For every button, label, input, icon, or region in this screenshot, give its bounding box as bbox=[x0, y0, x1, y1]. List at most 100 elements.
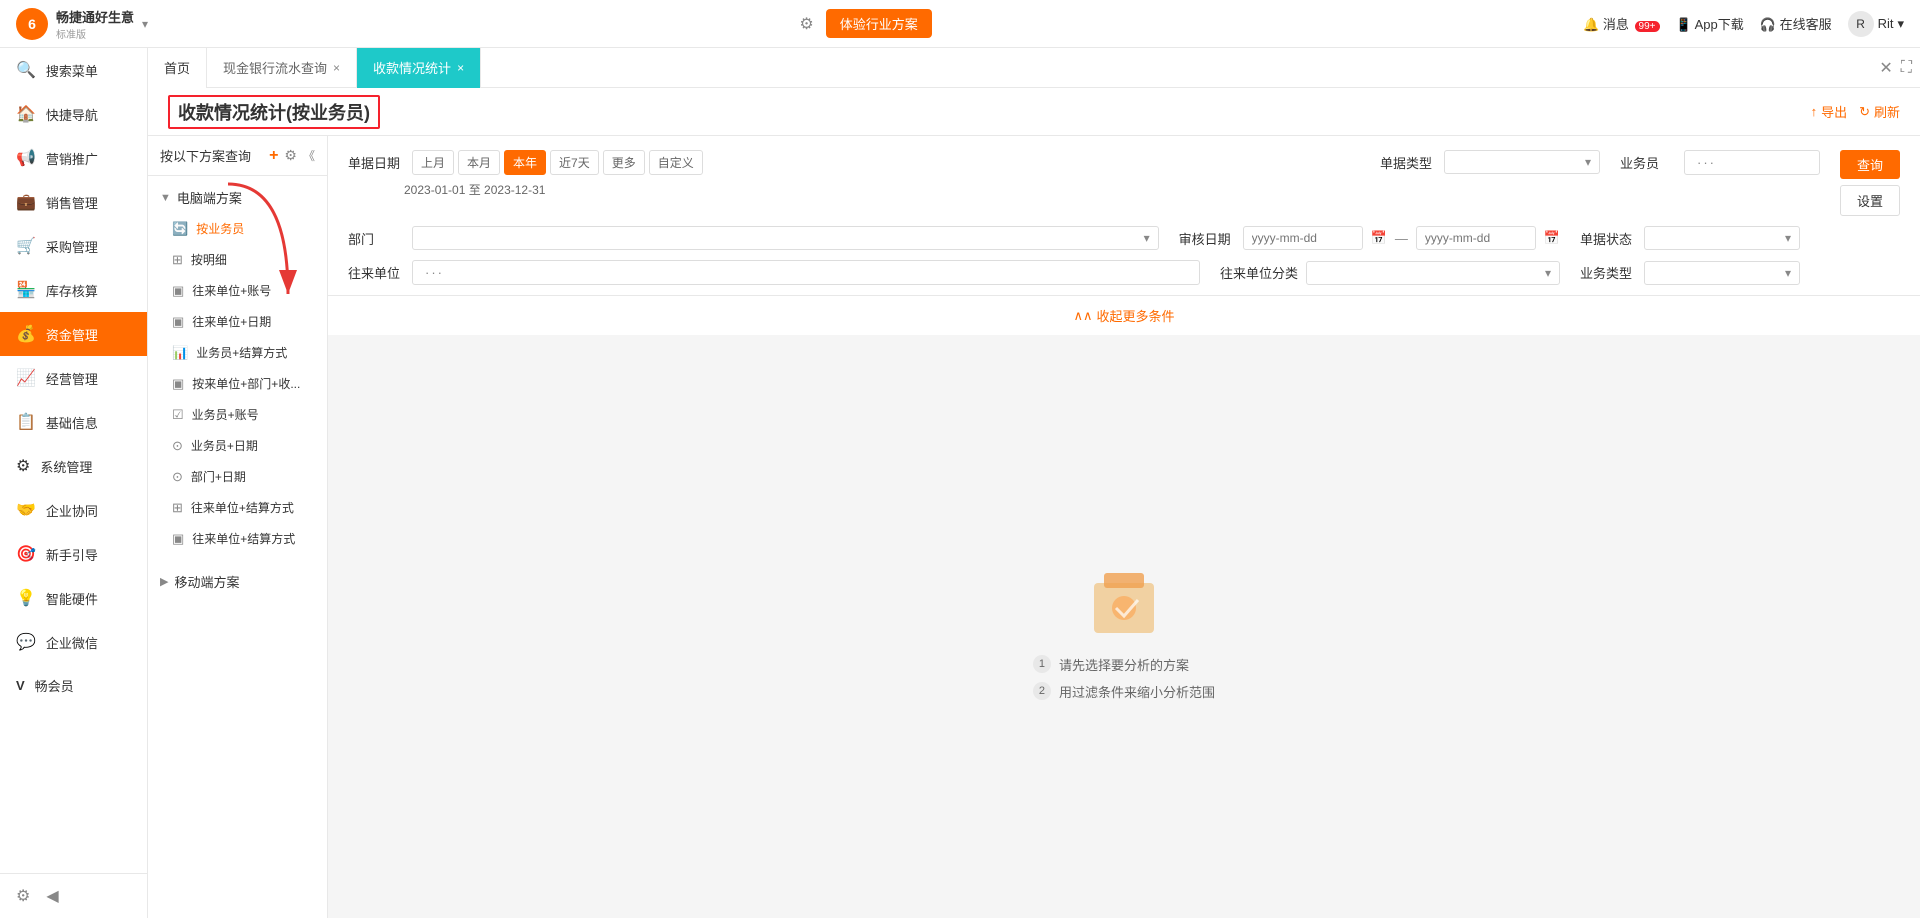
date-btn-last-month[interactable]: 上月 bbox=[412, 150, 454, 175]
counterpart-more-dots[interactable]: ··· bbox=[425, 265, 444, 280]
refresh-icon: ↻ bbox=[1859, 104, 1870, 120]
scheme-item-counterpart-payment2[interactable]: ▣ 往来单位+结算方式 bbox=[148, 523, 327, 554]
salesman-select[interactable]: ··· bbox=[1684, 150, 1820, 175]
date-btn-this-month[interactable]: 本月 bbox=[458, 150, 500, 175]
scheme-item-salesman-account[interactable]: ☑ 业务员+账号 bbox=[148, 399, 327, 430]
date-btn-more[interactable]: 更多 bbox=[603, 150, 645, 175]
date-btn-this-year[interactable]: 本年 bbox=[504, 150, 546, 175]
scheme-item-counterpart-dept[interactable]: ▣ 按来单位+部门+收... bbox=[148, 368, 327, 399]
query-button[interactable]: 查询 bbox=[1840, 150, 1900, 179]
sidebar-item-cooperation[interactable]: 🤝 企业协同 bbox=[0, 488, 147, 532]
scheme-item-by-salesman[interactable]: 🔄 按业务员 bbox=[148, 213, 327, 244]
bill-status-select[interactable]: ▾ bbox=[1644, 226, 1800, 250]
date-btn-custom[interactable]: 自定义 bbox=[649, 150, 703, 175]
scheme-item-counterpart-payment1[interactable]: ⊞ 往来单位+结算方式 bbox=[148, 492, 327, 523]
collapse-sidebar-icon[interactable]: ◀ bbox=[46, 886, 58, 906]
sidebar: 🔍 搜索菜单 🏠 快捷导航 📢 营销推广 💼 销售管理 🛒 采购管理 🏪 bbox=[0, 48, 148, 918]
sidebar-item-guide[interactable]: 🎯 新手引导 bbox=[0, 532, 147, 576]
counterpart-select[interactable]: ··· bbox=[412, 260, 1200, 285]
biz-type-select[interactable]: ▾ bbox=[1644, 261, 1800, 285]
sidebar-label-guide: 新手引导 bbox=[46, 545, 98, 564]
scheme-group-desktop-header[interactable]: ▼ 电脑端方案 bbox=[148, 182, 327, 213]
sidebar-label-quick-nav: 快捷导航 bbox=[46, 105, 98, 124]
bill-status-label: 单据状态 bbox=[1580, 229, 1636, 248]
scheme-item-salesman-date[interactable]: ⊙ 业务员+日期 bbox=[148, 430, 327, 461]
dept-select[interactable]: ▾ bbox=[412, 226, 1159, 250]
setting-button[interactable]: 设置 bbox=[1840, 185, 1900, 216]
add-scheme-button[interactable]: + bbox=[269, 147, 278, 165]
panel-collapse-button[interactable]: 《 bbox=[303, 147, 315, 165]
mobile-collapse-arrow: ▶ bbox=[160, 575, 168, 588]
counterpart-type-select[interactable]: ▾ bbox=[1306, 261, 1560, 285]
export-button[interactable]: ↑ 导出 bbox=[1811, 102, 1848, 121]
scheme-item-counterpart-account[interactable]: ▣ 往来单位+账号 bbox=[148, 275, 327, 306]
scheme-item-salesman-payment[interactable]: 📊 业务员+结算方式 bbox=[148, 337, 327, 368]
scheme-item-dept-date[interactable]: ⊙ 部门+日期 bbox=[148, 461, 327, 492]
scheme-item-by-detail[interactable]: ⊞ 按明细 bbox=[148, 244, 327, 275]
sidebar-bottom: ⚙ ◀ bbox=[0, 873, 147, 918]
sidebar-item-operations[interactable]: 📈 经营管理 bbox=[0, 356, 147, 400]
settings-bottom-icon[interactable]: ⚙ bbox=[16, 886, 30, 906]
scheme-group-mobile-header[interactable]: ▶ 移动端方案 bbox=[148, 566, 327, 597]
sidebar-label-marketing: 营销推广 bbox=[46, 149, 98, 168]
messages-link[interactable]: 🔔 消息 99+ bbox=[1583, 14, 1659, 33]
tab-bank-flow[interactable]: 现金银行流水查询 × bbox=[207, 48, 357, 88]
sidebar-item-search-menu[interactable]: 🔍 搜索菜单 bbox=[0, 48, 147, 92]
calendar-end-icon[interactable]: 📅 bbox=[1544, 230, 1560, 246]
finance-icon: 💰 bbox=[16, 324, 36, 344]
scheme-settings-button[interactable]: ⚙ bbox=[284, 147, 297, 165]
sidebar-item-hardware[interactable]: 💡 智能硬件 bbox=[0, 576, 147, 620]
salesman-payment-icon: 📊 bbox=[172, 345, 188, 361]
sidebar-item-sales[interactable]: 💼 销售管理 bbox=[0, 180, 147, 224]
tab-maximize-icon[interactable]: ⛶ bbox=[1901, 59, 1912, 77]
collapse-bar[interactable]: ∧∧ 收起更多条件 bbox=[328, 295, 1920, 335]
sidebar-item-system[interactable]: ⚙ 系统管理 bbox=[0, 444, 147, 488]
app-download-link[interactable]: 📱 App下载 bbox=[1676, 14, 1744, 33]
page-header: 收款情况统计(按业务员) ↑ 导出 ↻ 刷新 bbox=[148, 88, 1920, 136]
tab-home[interactable]: 首页 bbox=[148, 48, 207, 88]
sidebar-item-basic-info[interactable]: 📋 基础信息 bbox=[0, 400, 147, 444]
counterpart-type-arrow: ▾ bbox=[1545, 266, 1551, 280]
tab-bank-flow-close[interactable]: × bbox=[333, 61, 340, 75]
scheme-item-by-salesman-label: 按业务员 bbox=[196, 220, 244, 237]
calendar-start-icon[interactable]: 📅 bbox=[1371, 230, 1387, 246]
export-icon: ↑ bbox=[1811, 104, 1818, 119]
tab-close-icon[interactable]: ✕ bbox=[1879, 58, 1892, 78]
bill-type-select[interactable]: ▾ bbox=[1444, 150, 1600, 174]
sidebar-label-purchase: 采购管理 bbox=[46, 237, 98, 256]
sidebar-item-purchase[interactable]: 🛒 采购管理 bbox=[0, 224, 147, 268]
scheme-group-mobile: ▶ 移动端方案 bbox=[148, 560, 327, 603]
sidebar-item-marketing[interactable]: 📢 营销推广 bbox=[0, 136, 147, 180]
scheme-item-salesman-payment-label: 业务员+结算方式 bbox=[196, 344, 287, 361]
audit-date-end-input[interactable] bbox=[1416, 226, 1536, 250]
user-dropdown-arrow[interactable]: ▾ bbox=[1897, 16, 1904, 32]
tab-collection-stat[interactable]: 收款情况统计 × bbox=[357, 48, 481, 88]
sidebar-item-member[interactable]: V 畅会员 bbox=[0, 664, 147, 707]
trial-industry-button[interactable]: 体验行业方案 bbox=[826, 9, 932, 38]
sidebar-item-quick-nav[interactable]: 🏠 快捷导航 bbox=[0, 92, 147, 136]
left-panel: 按以下方案查询 + ⚙ 《 bbox=[148, 136, 328, 918]
system-icon: ⚙ bbox=[16, 456, 30, 476]
logo-dropdown-arrow[interactable]: ▾ bbox=[142, 17, 148, 31]
bill-type-arrow: ▾ bbox=[1585, 155, 1591, 169]
refresh-button[interactable]: ↻ 刷新 bbox=[1859, 102, 1900, 121]
sidebar-item-finance[interactable]: 💰 资金管理 bbox=[0, 312, 147, 356]
bill-status-arrow: ▾ bbox=[1785, 231, 1791, 245]
wechat-icon: 💬 bbox=[16, 632, 36, 652]
salesman-more-dots[interactable]: ··· bbox=[1697, 155, 1716, 170]
gear-icon[interactable]: ⚙ bbox=[799, 14, 813, 34]
sidebar-label-hardware: 智能硬件 bbox=[46, 589, 98, 608]
date-btn-last-7-days[interactable]: 近7天 bbox=[550, 150, 599, 175]
audit-date-start-input[interactable] bbox=[1243, 226, 1363, 250]
sidebar-item-wechat[interactable]: 💬 企业微信 bbox=[0, 620, 147, 664]
user-avatar[interactable]: R Rit ▾ bbox=[1848, 11, 1904, 37]
sidebar-item-inventory[interactable]: 🏪 库存核算 bbox=[0, 268, 147, 312]
biz-type-label: 业务类型 bbox=[1580, 263, 1636, 282]
empty-tip-1: 1 请先选择要分析的方案 bbox=[1033, 655, 1215, 674]
sidebar-label-operations: 经营管理 bbox=[46, 369, 98, 388]
scheme-item-counterpart-date[interactable]: ▣ 往来单位+日期 bbox=[148, 306, 327, 337]
tab-collection-stat-close[interactable]: × bbox=[457, 61, 464, 75]
online-service-link[interactable]: 🎧 在线客服 bbox=[1760, 14, 1832, 33]
tip-text-2: 用过滤条件来缩小分析范围 bbox=[1059, 682, 1215, 701]
left-panel-header: 按以下方案查询 + ⚙ 《 bbox=[148, 136, 327, 176]
